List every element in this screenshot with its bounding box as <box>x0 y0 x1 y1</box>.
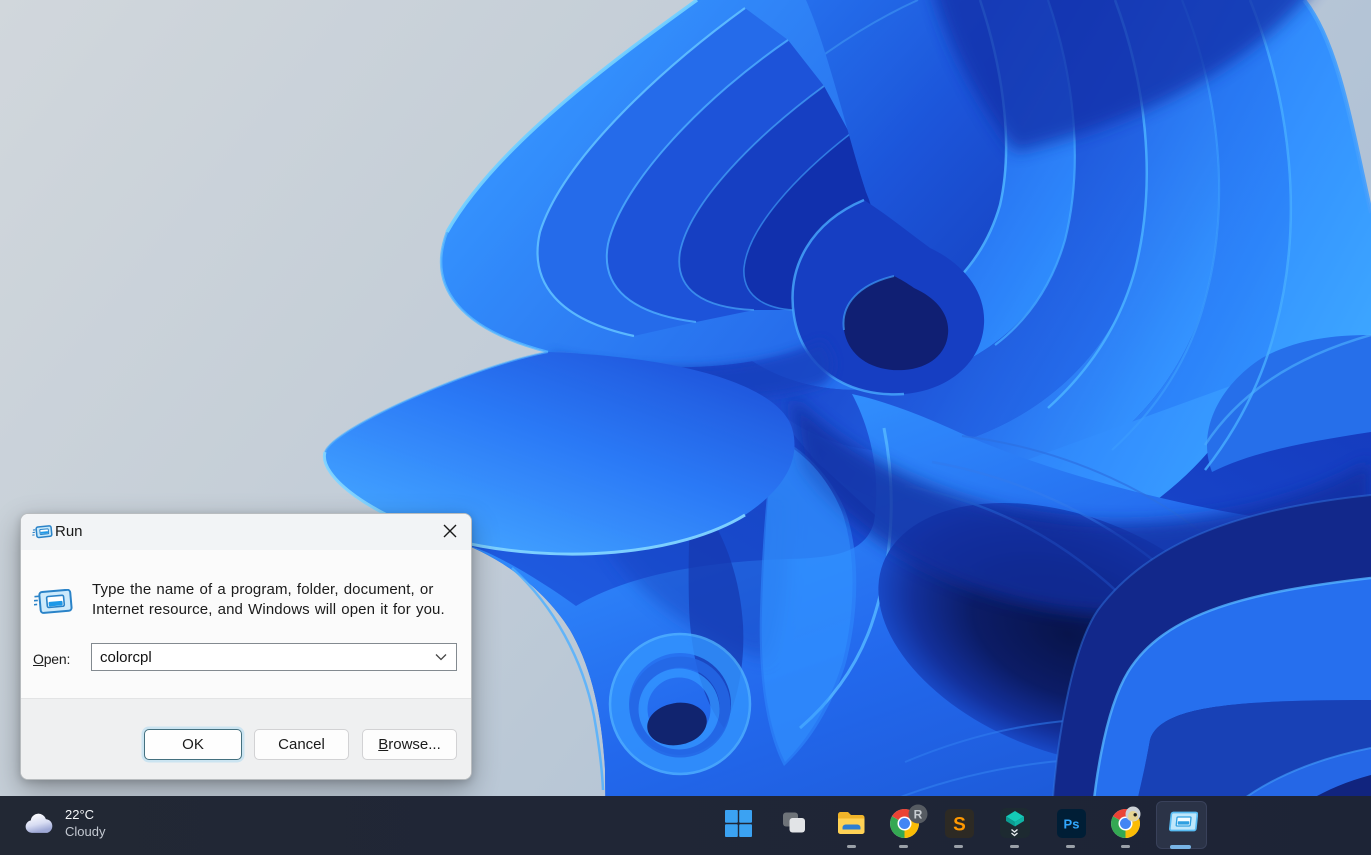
svg-text:R: R <box>914 808 923 822</box>
svg-text:S: S <box>953 814 966 835</box>
svg-text:Ps: Ps <box>1063 816 1079 831</box>
